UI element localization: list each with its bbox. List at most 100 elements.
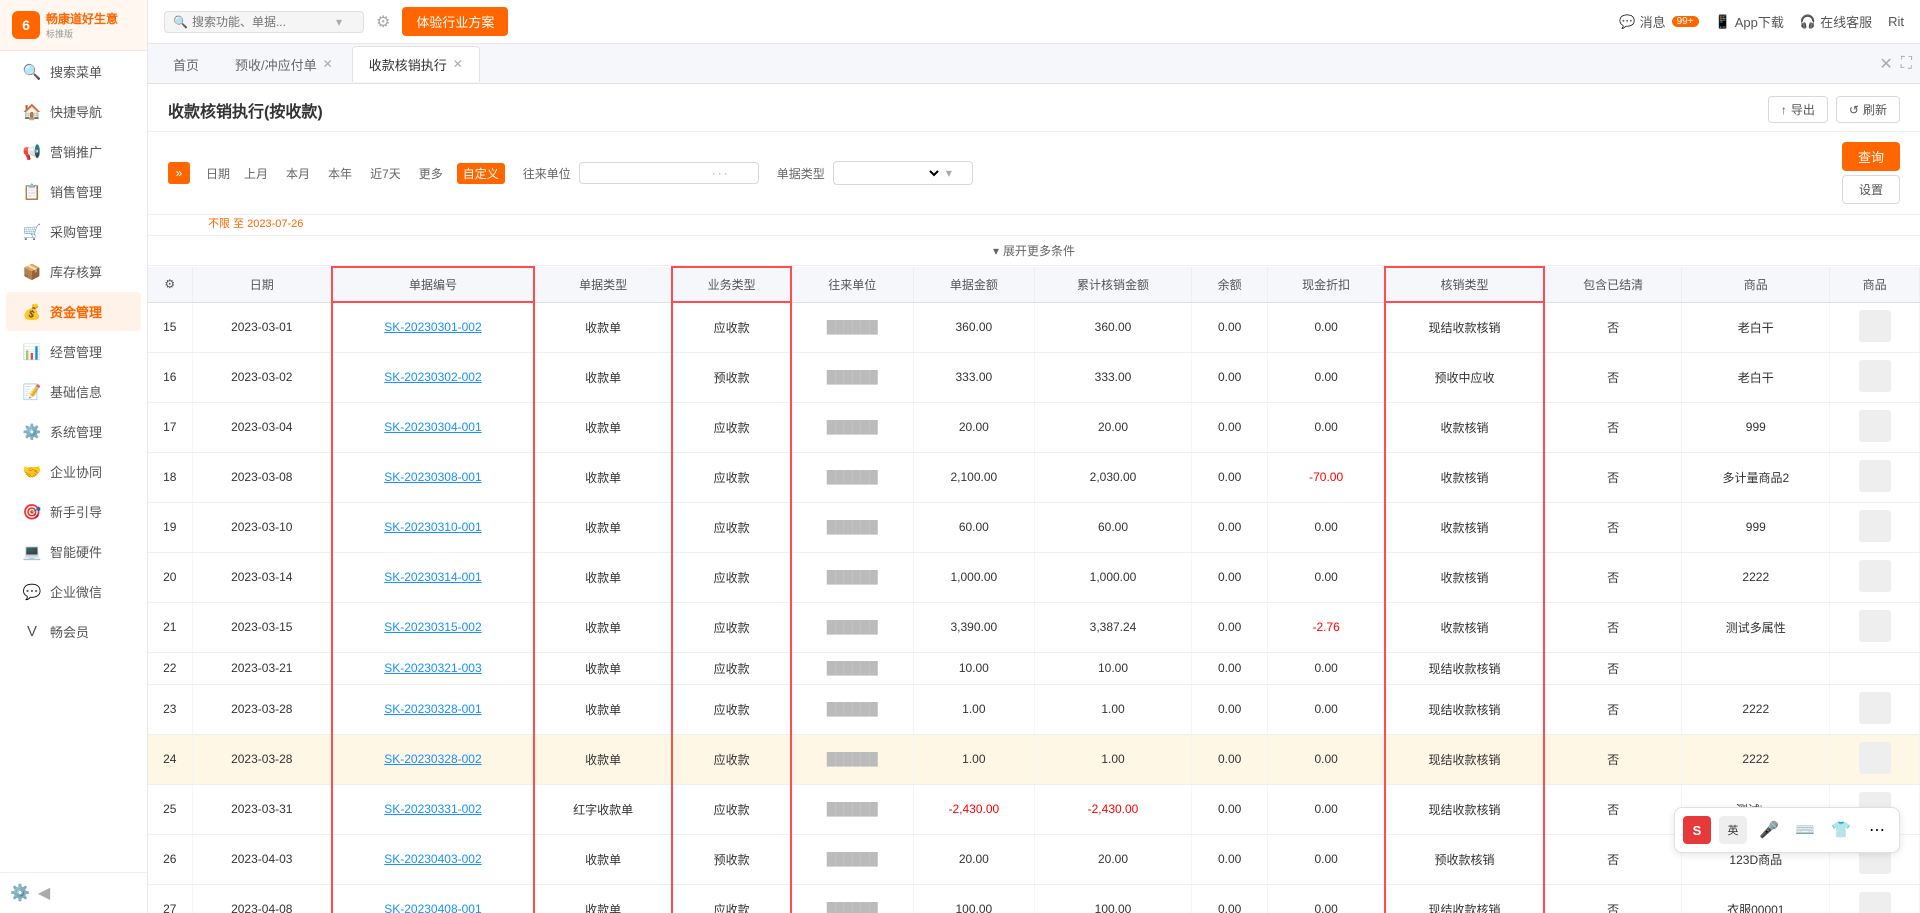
cell-partner: ██████ xyxy=(791,602,914,652)
topbar-search-input[interactable] xyxy=(192,15,332,29)
sidebar-item-0[interactable]: 🔍搜索菜单 xyxy=(6,52,141,91)
filter-7days[interactable]: 近7天 xyxy=(366,163,405,184)
export-icon: ↑ xyxy=(1781,103,1787,117)
bill-no-link[interactable]: SK-20230321-003 xyxy=(384,661,481,675)
float-mic-icon[interactable]: 🎤 xyxy=(1755,816,1783,844)
topbar-search-wrap[interactable]: 🔍 ▾ xyxy=(164,11,364,33)
bill-no-link[interactable]: SK-20230302-002 xyxy=(384,370,481,384)
cell-verified: 3,387.24 xyxy=(1034,602,1191,652)
bill-no-link[interactable]: SK-20230308-001 xyxy=(384,470,481,484)
refresh-icon: ↺ xyxy=(1849,103,1859,117)
sidebar-item-3[interactable]: 📋销售管理 xyxy=(6,172,141,211)
filter-custom[interactable]: 自定义 xyxy=(457,163,505,184)
cell-discount: 0.00 xyxy=(1268,684,1385,734)
cell-no: 15 xyxy=(148,302,192,352)
export-btn[interactable]: ↑ 导出 xyxy=(1768,96,1828,123)
bill-no-link[interactable]: SK-20230304-001 xyxy=(384,420,481,434)
cell-no: 24 xyxy=(148,734,192,784)
cell-product2 xyxy=(1830,734,1920,784)
bill-no-link[interactable]: SK-20230314-001 xyxy=(384,570,481,584)
float-s-btn[interactable]: S xyxy=(1683,816,1711,844)
sidebar-item-1[interactable]: 🏠快捷导航 xyxy=(6,92,141,131)
settings-btn[interactable]: 设置 xyxy=(1842,175,1900,204)
expand-tab-icon[interactable]: ⛶ xyxy=(1901,55,1912,73)
cell-biz-type: 应收款 xyxy=(672,502,790,552)
sidebar-item-12[interactable]: 💻智能硬件 xyxy=(6,532,141,571)
voucher-type-select[interactable] xyxy=(842,165,942,181)
col-gear[interactable]: ⚙ xyxy=(148,267,192,302)
bill-no-link[interactable]: SK-20230315-002 xyxy=(384,620,481,634)
sidebar-item-7[interactable]: 📊经营管理 xyxy=(6,332,141,371)
float-shirt-icon[interactable]: 👕 xyxy=(1827,816,1855,844)
table-row: 19 2023-03-10 SK-20230310-001 收款单 应收款 ██… xyxy=(148,502,1920,552)
cell-date: 2023-03-31 xyxy=(192,784,332,834)
solution-btn[interactable]: 体验行业方案 xyxy=(402,7,508,36)
collapse-icon[interactable]: ◀ xyxy=(38,883,50,903)
user-avatar[interactable]: Rit xyxy=(1888,14,1904,29)
sidebar-item-10[interactable]: 🤝企业协同 xyxy=(6,452,141,491)
filter-this-month[interactable]: 本月 xyxy=(282,163,314,184)
cell-included: 否 xyxy=(1544,784,1682,834)
sidebar-item-11[interactable]: 🎯新手引导 xyxy=(6,492,141,531)
online-service-btn[interactable]: 🎧 在线客服 xyxy=(1800,12,1872,31)
float-ying-btn[interactable]: 英 xyxy=(1719,816,1747,844)
cell-partner: ██████ xyxy=(791,552,914,602)
tab-2[interactable]: 收款核销执行✕ xyxy=(352,46,480,82)
bill-no-link[interactable]: SK-20230301-002 xyxy=(384,320,481,334)
bill-no-link[interactable]: SK-20230328-001 xyxy=(384,702,481,716)
expand-btn[interactable]: ▾ 展开更多条件 xyxy=(993,242,1075,259)
cell-bill-no: SK-20230315-002 xyxy=(332,602,534,652)
tab-close-2[interactable]: ✕ xyxy=(453,57,463,71)
topbar-gear-icon[interactable]: ⚙ xyxy=(376,12,390,32)
sidebar-item-5[interactable]: 📦库存核算 xyxy=(6,252,141,291)
tab-1[interactable]: 预收/冲应付单✕ xyxy=(218,46,350,82)
sidebar-item-8[interactable]: 📝基础信息 xyxy=(6,372,141,411)
refresh-btn[interactable]: ↺ 刷新 xyxy=(1836,96,1900,123)
bill-no-link[interactable]: SK-20230328-002 xyxy=(384,752,481,766)
cell-included: 否 xyxy=(1544,402,1682,452)
float-keyboard-icon[interactable]: ⌨️ xyxy=(1791,816,1819,844)
cell-balance: 0.00 xyxy=(1192,452,1268,502)
query-btn[interactable]: 查询 xyxy=(1842,142,1900,171)
message-btn[interactable]: 💬 消息 99+ xyxy=(1619,12,1698,31)
cell-partner: ██████ xyxy=(791,402,914,452)
bill-no-link[interactable]: SK-20230331-002 xyxy=(384,802,481,816)
sidebar-item-9[interactable]: ⚙️系统管理 xyxy=(6,412,141,451)
cell-bill-type: 红字收款单 xyxy=(534,784,673,834)
cell-bill-no: SK-20230301-002 xyxy=(332,302,534,352)
sidebar-item-4[interactable]: 🛒采购管理 xyxy=(6,212,141,251)
sidebar-item-13[interactable]: 💬企业微信 xyxy=(6,572,141,611)
float-more-icon[interactable]: ⋯ xyxy=(1863,816,1891,844)
sidebar-item-2[interactable]: 📢营销推广 xyxy=(6,132,141,171)
app-download-btn[interactable]: 📱 App下载 xyxy=(1715,12,1784,31)
sidebar-item-14[interactable]: V畅会员 xyxy=(6,612,141,651)
partner-more-icon[interactable]: ··· xyxy=(712,166,730,180)
close-tab-icon[interactable]: ✕ xyxy=(1879,54,1892,74)
cell-no: 23 xyxy=(148,684,192,734)
cell-discount: 0.00 xyxy=(1268,302,1385,352)
bill-no-link[interactable]: SK-20230408-001 xyxy=(384,902,481,913)
table-row: 27 2023-04-08 SK-20230408-001 收款单 应收款 ██… xyxy=(148,884,1920,913)
cell-amount: 100.00 xyxy=(913,884,1034,913)
col-product2: 商品 xyxy=(1830,267,1920,302)
cell-bill-type: 收款单 xyxy=(534,502,673,552)
settings-icon[interactable]: ⚙️ xyxy=(10,883,30,903)
tab-close-1[interactable]: ✕ xyxy=(323,57,333,71)
cell-biz-type: 应收款 xyxy=(672,684,790,734)
cell-verify-type: 收款核销 xyxy=(1385,402,1544,452)
cell-date: 2023-03-21 xyxy=(192,652,332,684)
filter-collapse-btn[interactable]: » xyxy=(168,162,190,184)
filter-bar: » 日期 上月 本月 本年 近7天 更多 自定义 往来单位 ··· 单据类型 xyxy=(148,132,1920,215)
filter-more[interactable]: 更多 xyxy=(415,163,447,184)
filter-this-year[interactable]: 本年 xyxy=(324,163,356,184)
sidebar-label-7: 经营管理 xyxy=(50,342,102,361)
table-area[interactable]: ⚙ 日期 单据编号 单据类型 业务类型 往来单位 单据金额 累计核销金额 余额 … xyxy=(148,266,1920,913)
tab-0[interactable]: 首页 xyxy=(156,46,216,82)
cell-date: 2023-03-28 xyxy=(192,734,332,784)
filter-last-month[interactable]: 上月 xyxy=(240,163,272,184)
sidebar-item-6[interactable]: 💰资金管理 xyxy=(6,292,141,331)
bill-no-link[interactable]: SK-20230403-002 xyxy=(384,852,481,866)
cell-amount: 1.00 xyxy=(913,734,1034,784)
partner-input[interactable] xyxy=(588,166,708,180)
bill-no-link[interactable]: SK-20230310-001 xyxy=(384,520,481,534)
